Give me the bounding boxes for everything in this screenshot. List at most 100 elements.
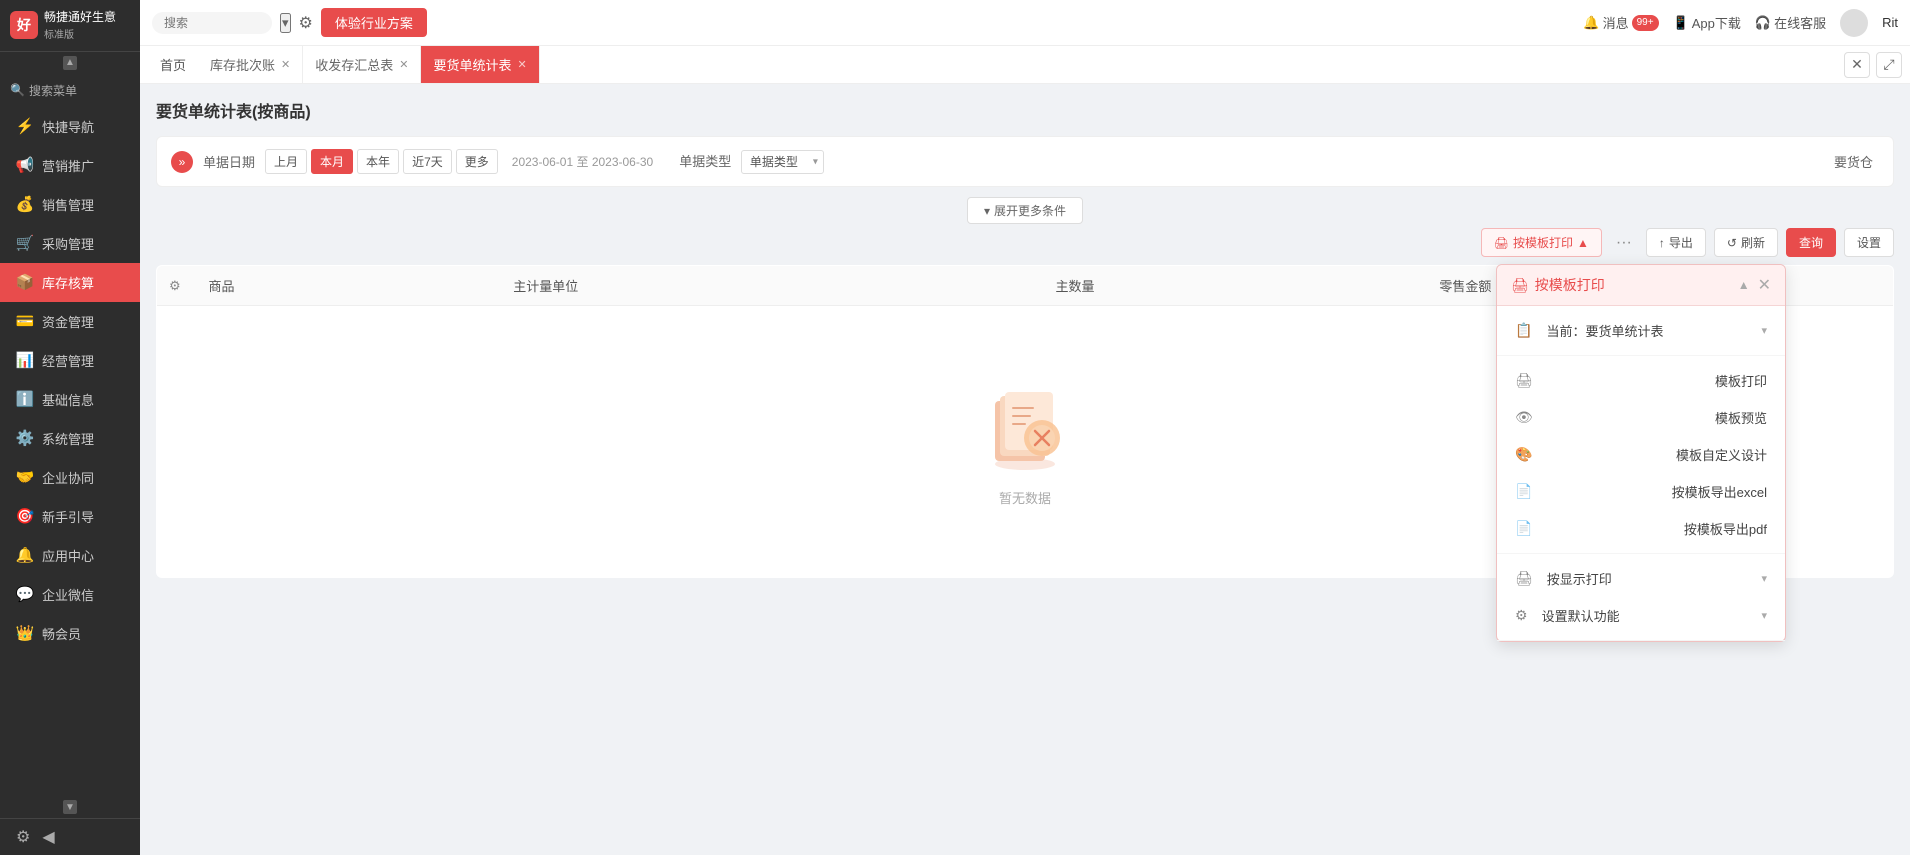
tab-expand-btn[interactable]: ⤢ — [1876, 52, 1902, 78]
trial-btn[interactable]: 体验行业方案 — [321, 8, 427, 37]
tab-collection-summary[interactable]: 收发存汇总表 ✕ — [303, 46, 421, 83]
guide-icon: 🎯 — [16, 507, 34, 525]
collapse-sidebar-icon[interactable]: ◀ — [42, 827, 54, 847]
dropdown-item-label-export-pdf: 按模板导出pdf — [1684, 519, 1767, 538]
topbar-search-input[interactable] — [152, 12, 272, 34]
sidebar-item-collaboration[interactable]: 🤝 企业协同 — [0, 458, 140, 497]
table-th-quantity: 主数量 — [1043, 266, 1427, 306]
table-th-settings: ⚙ — [157, 266, 197, 306]
export-pdf-icon: 📄 — [1515, 520, 1531, 537]
empty-text: 暂无数据 — [999, 488, 1051, 507]
sidebar-item-member[interactable]: 👑 畅会员 — [0, 614, 140, 653]
sidebar-item-finance[interactable]: 💳 资金管理 — [0, 302, 140, 341]
dropdown-current-item[interactable]: 📋 当前：要货单统计表 ▾ — [1497, 312, 1785, 349]
expand-more-btn[interactable]: ▾ 展开更多条件 — [967, 197, 1083, 224]
app-download-btn[interactable]: 📱 App下载 — [1673, 13, 1741, 32]
sidebar-item-label-operations: 经营管理 — [42, 351, 94, 370]
tab-collection-summary-close[interactable]: ✕ — [399, 58, 408, 71]
sidebar-nav: ⚡ 快捷导航 📢 营销推广 💰 销售管理 🛒 采购管理 📦 库存核算 💳 资金管… — [0, 107, 140, 796]
dropdown-display-section: 🖨 按显示打印 ▾ ⚙ 设置默认功能 ▾ — [1497, 554, 1785, 641]
query-btn[interactable]: 查询 — [1786, 228, 1836, 257]
tabs-bar: 首页 库存批次账 ✕ 收发存汇总表 ✕ 要货单统计表 ✕ ✕ ⤢ — [140, 46, 1910, 84]
user-avatar[interactable] — [1840, 9, 1868, 37]
date-btn-this-year[interactable]: 本年 — [357, 149, 399, 174]
date-btn-last-month[interactable]: 上月 — [265, 149, 307, 174]
dropdown-close-btn[interactable]: ✕ — [1758, 275, 1771, 295]
dropdown-item-label-template-design: 模板自定义设计 — [1676, 445, 1767, 464]
topbar-dropdown-btn[interactable]: ▾ — [280, 13, 291, 33]
online-service-btn[interactable]: 🎧 在线客服 — [1755, 13, 1826, 32]
notifications-btn[interactable]: 🔔 消息 99+ — [1583, 13, 1658, 32]
tab-order-stats-close[interactable]: ✕ — [518, 58, 527, 71]
filter-expand-icon-btn[interactable]: » — [171, 151, 193, 173]
toolbar-more-btn[interactable]: ··· — [1610, 230, 1638, 256]
template-print-icon: 🖨 — [1515, 372, 1531, 389]
dropdown-item-template-design[interactable]: 🎨 模板自定义设计 — [1497, 436, 1785, 473]
table-th-unit: 主计量单位 — [501, 266, 1043, 306]
app-version: 标准版 — [44, 26, 116, 41]
sidebar-item-sales[interactable]: 💰 销售管理 — [0, 185, 140, 224]
sidebar-item-label-basic-info: 基础信息 — [42, 390, 94, 409]
sidebar-item-basic-info[interactable]: ℹ️ 基础信息 — [0, 380, 140, 419]
sidebar-item-guide[interactable]: 🎯 新手引导 — [0, 497, 140, 536]
dropdown-header: 🖨 按模板打印 ▲ ✕ — [1497, 265, 1785, 306]
export-btn[interactable]: ↑ 导出 — [1646, 228, 1706, 257]
date-filter-group: 上月 本月 本年 近7天 更多 — [265, 149, 498, 174]
print-dropdown-panel: 🖨 按模板打印 ▲ ✕ 📋 当前：要货单统计表 — [1496, 264, 1786, 642]
sidebar-item-system[interactable]: ⚙️ 系统管理 — [0, 419, 140, 458]
settings-btn[interactable]: 设置 — [1844, 228, 1894, 257]
sidebar-bottom: ⚙ ◀ — [0, 818, 140, 855]
date-btn-this-month[interactable]: 本月 — [311, 149, 353, 174]
date-btn-last-7-days[interactable]: 近7天 — [403, 149, 452, 174]
type-filter-label: 单据类型 — [679, 154, 731, 169]
content-area: 要货单统计表(按商品) » 单据日期 上月 本月 本年 近7天 更多 2023-… — [140, 84, 1910, 855]
filter-bar: » 单据日期 上月 本月 本年 近7天 更多 2023-06-01 至 2023… — [156, 136, 1894, 187]
sidebar-item-quick-nav[interactable]: ⚡ 快捷导航 — [0, 107, 140, 146]
tab-home[interactable]: 首页 — [148, 55, 198, 74]
dropdown-expand-icon[interactable]: ▲ — [1738, 278, 1750, 292]
topbar-gear-icon[interactable]: ⚙ — [299, 13, 313, 33]
sidebar-item-operations[interactable]: 📊 经营管理 — [0, 341, 140, 380]
app-logo-icon: 好 — [10, 11, 38, 39]
table-column-settings-icon[interactable]: ⚙ — [169, 278, 181, 293]
inventory-icon: 📦 — [16, 273, 34, 291]
tab-batch-accounts[interactable]: 库存批次账 ✕ — [198, 46, 303, 83]
user-name[interactable]: Rit — [1882, 15, 1898, 30]
sidebar-scroll-up[interactable]: ▲ — [0, 52, 140, 74]
date-filter-label: 单据日期 — [203, 152, 255, 171]
sidebar-item-inventory[interactable]: 📦 库存核算 — [0, 263, 140, 302]
sidebar-item-label-member: 畅会员 — [42, 624, 81, 643]
dropdown-title: 🖨 按模板打印 — [1511, 275, 1605, 295]
display-print-chevron-icon: ▾ — [1761, 572, 1767, 585]
dropdown-item-export-excel[interactable]: 📄 按模板导出excel — [1497, 473, 1785, 510]
sidebar-item-label-app-center: 应用中心 — [42, 546, 94, 565]
settings-gear-icon[interactable]: ⚙ — [16, 827, 30, 847]
refresh-btn[interactable]: ↺ 刷新 — [1714, 228, 1778, 257]
sidebar-scroll-down[interactable]: ▼ — [0, 796, 140, 818]
sidebar-item-wecom[interactable]: 💬 企业微信 — [0, 575, 140, 614]
dropdown-display-print-item[interactable]: 🖨 按显示打印 ▾ — [1497, 560, 1785, 597]
tab-batch-accounts-close[interactable]: ✕ — [281, 58, 290, 71]
tab-order-stats[interactable]: 要货单统计表 ✕ — [421, 46, 539, 83]
sidebar-item-purchase[interactable]: 🛒 采购管理 — [0, 224, 140, 263]
date-btn-more[interactable]: 更多 — [456, 149, 498, 174]
sidebar-item-app-center[interactable]: 🔔 应用中心 — [0, 536, 140, 575]
basic-info-icon: ℹ️ — [16, 390, 34, 408]
type-filter-select[interactable]: 单据类型 — [741, 150, 824, 174]
sidebar-search[interactable]: 🔍 搜索菜单 — [0, 74, 140, 107]
dropdown-set-default-label: 设置默认功能 — [1542, 606, 1620, 625]
purchase-icon: 🛒 — [16, 234, 34, 252]
sidebar-item-label-finance: 资金管理 — [42, 312, 94, 331]
dropdown-item-template-print[interactable]: 🖨 模板打印 — [1497, 362, 1785, 399]
sidebar-item-marketing[interactable]: 📢 营销推广 — [0, 146, 140, 185]
dropdown-item-template-preview[interactable]: 👁 模板预览 — [1497, 399, 1785, 436]
tab-close-all-btn[interactable]: ✕ — [1844, 52, 1870, 78]
print-template-label: 按模板打印 — [1513, 234, 1573, 251]
print-template-btn[interactable]: 🖨 按模板打印 ▲ — [1481, 228, 1602, 257]
app-name-block: 畅捷通好生意 标准版 — [44, 10, 116, 41]
filter-right: 要货仓 — [1834, 152, 1879, 171]
scroll-down-btn[interactable]: ▼ — [63, 800, 77, 814]
scroll-up-btn[interactable]: ▲ — [63, 56, 77, 70]
dropdown-set-default-item[interactable]: ⚙ 设置默认功能 ▾ — [1497, 597, 1785, 634]
dropdown-item-export-pdf[interactable]: 📄 按模板导出pdf — [1497, 510, 1785, 547]
